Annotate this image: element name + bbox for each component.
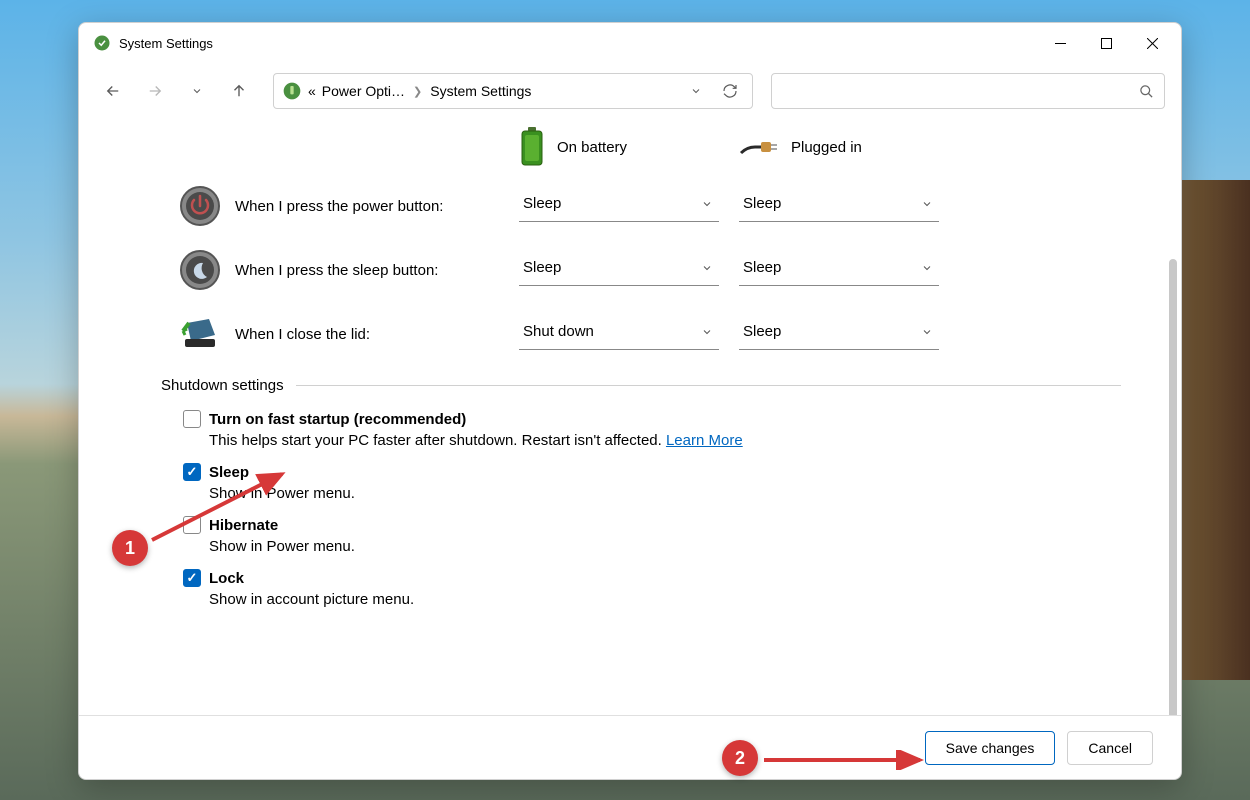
close-lid-row: When I close the lid: Shut down Sleep — [179, 313, 1121, 355]
content-area: On battery Plugged in When I press the p… — [79, 119, 1181, 715]
lock-label: Lock — [209, 570, 244, 587]
sleep-button-label: When I press the sleep button: — [235, 262, 519, 279]
settings-window: System Settings « Power Opti… ❯ System S… — [78, 22, 1182, 780]
save-button[interactable]: Save changes — [925, 731, 1056, 765]
forward-button[interactable] — [137, 73, 173, 109]
sleep-button-plugged-dropdown[interactable]: Sleep — [739, 254, 939, 286]
chevron-down-icon — [921, 198, 933, 210]
app-icon — [93, 34, 111, 52]
back-button[interactable] — [95, 73, 131, 109]
plug-icon — [739, 135, 779, 159]
lock-desc: Show in account picture menu. — [209, 591, 1121, 608]
chevron-down-icon — [701, 326, 713, 338]
minimize-button[interactable] — [1037, 27, 1083, 59]
power-button-label: When I press the power button: — [235, 198, 519, 215]
column-headers: On battery Plugged in — [179, 127, 1121, 167]
power-options-icon — [282, 81, 302, 101]
scrollbar[interactable] — [1169, 259, 1177, 715]
fast-startup-desc: This helps start your PC faster after sh… — [209, 432, 1121, 449]
power-button-plugged-dropdown[interactable]: Sleep — [739, 190, 939, 222]
learn-more-link[interactable]: Learn More — [666, 432, 743, 449]
power-button-row: When I press the power button: Sleep Sle… — [179, 185, 1121, 227]
address-dropdown-button[interactable] — [682, 77, 710, 105]
annotation-1: 1 — [112, 530, 148, 566]
hibernate-item: Hibernate Show in Power menu. — [183, 516, 1121, 555]
nav-toolbar: « Power Opti… ❯ System Settings — [79, 63, 1181, 119]
close-lid-battery-dropdown[interactable]: Shut down — [519, 318, 719, 350]
section-divider — [296, 385, 1121, 386]
breadcrumb-overflow[interactable]: « — [308, 83, 316, 99]
search-icon — [1139, 84, 1154, 99]
power-button-battery-dropdown[interactable]: Sleep — [519, 190, 719, 222]
sleep-button-row: When I press the sleep button: Sleep Sle… — [179, 249, 1121, 291]
plugged-column-header: Plugged in — [739, 135, 959, 159]
footer: Save changes Cancel — [79, 715, 1181, 779]
chevron-down-icon — [921, 262, 933, 274]
sleep-item: Sleep Show in Power menu. — [183, 463, 1121, 502]
close-button[interactable] — [1129, 27, 1175, 59]
battery-column-header: On battery — [519, 127, 739, 167]
breadcrumb-parent[interactable]: Power Opti… — [322, 83, 405, 99]
chevron-down-icon — [921, 326, 933, 338]
fast-startup-label: Turn on fast startup (recommended) — [209, 411, 466, 428]
close-lid-label: When I close the lid: — [235, 326, 519, 343]
power-button-icon — [179, 185, 221, 227]
breadcrumb-separator-icon: ❯ — [413, 85, 422, 98]
refresh-button[interactable] — [716, 77, 744, 105]
battery-icon — [519, 127, 545, 167]
sleep-button-battery-dropdown[interactable]: Sleep — [519, 254, 719, 286]
fast-startup-checkbox[interactable] — [183, 410, 201, 428]
laptop-lid-icon — [179, 313, 221, 355]
maximize-button[interactable] — [1083, 27, 1129, 59]
close-lid-plugged-dropdown[interactable]: Sleep — [739, 318, 939, 350]
hibernate-desc: Show in Power menu. — [209, 538, 1121, 555]
fast-startup-item: Turn on fast startup (recommended) This … — [183, 410, 1121, 449]
search-bar[interactable] — [771, 73, 1165, 109]
annotation-arrow-2 — [760, 750, 930, 770]
sleep-desc: Show in Power menu. — [209, 485, 1121, 502]
annotation-2: 2 — [722, 740, 758, 776]
search-input[interactable] — [782, 83, 1139, 99]
titlebar: System Settings — [79, 23, 1181, 63]
address-bar[interactable]: « Power Opti… ❯ System Settings — [273, 73, 753, 109]
lock-checkbox[interactable] — [183, 569, 201, 587]
annotation-arrow-1 — [146, 466, 294, 546]
lock-item: Lock Show in account picture menu. — [183, 569, 1121, 608]
recent-dropdown-button[interactable] — [179, 73, 215, 109]
sleep-button-icon — [179, 249, 221, 291]
breadcrumb-current[interactable]: System Settings — [430, 83, 531, 99]
shutdown-section-title: Shutdown settings — [161, 377, 284, 394]
chevron-down-icon — [701, 262, 713, 274]
shutdown-section-header: Shutdown settings — [161, 377, 1121, 394]
chevron-down-icon — [701, 198, 713, 210]
window-title: System Settings — [119, 36, 213, 51]
up-button[interactable] — [221, 73, 257, 109]
cancel-button[interactable]: Cancel — [1067, 731, 1153, 765]
